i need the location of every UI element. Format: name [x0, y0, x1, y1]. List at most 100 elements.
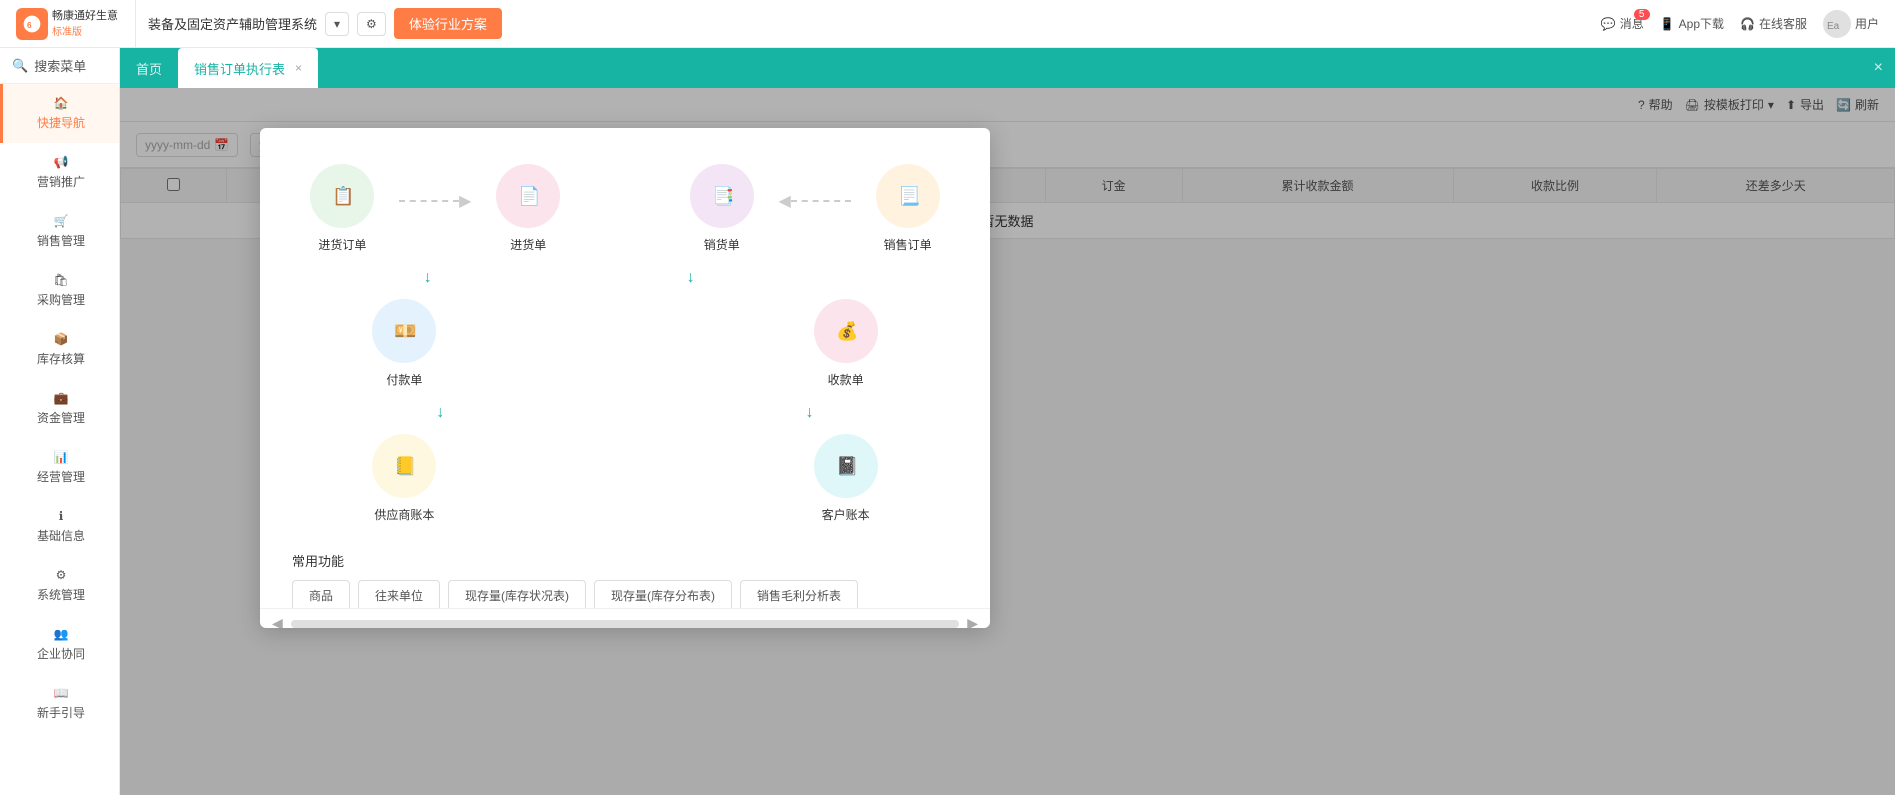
online-service-label: 在线客服 [1759, 15, 1807, 32]
flow-arrows-down-2: ↓ ↓ [292, 404, 958, 422]
flow-label-purchase-bill: 进货单 [510, 236, 546, 253]
tab-sales-order[interactable]: 销售订单执行表 × [178, 48, 318, 88]
tab-home-label: 首页 [136, 59, 162, 78]
dropdown-icon: ▾ [334, 17, 340, 31]
func-btn-goods[interactable]: 商品 [292, 580, 350, 608]
flow-purchase-bill[interactable]: 📄 进货单 [484, 152, 572, 265]
info-icon: ℹ [59, 509, 64, 523]
tab-home[interactable]: 首页 [120, 48, 178, 88]
sidebar-label-operation: 经营管理 [37, 468, 85, 485]
svg-text:6: 6 [27, 20, 32, 30]
flow-sales-order[interactable]: 📃 销售订单 [864, 152, 952, 265]
sidebar-label-guide: 新手引导 [37, 704, 85, 721]
logo-area: 6 畅康通好生意 标准版 [16, 0, 136, 47]
flow-customer-account[interactable]: 📓 客户账本 [802, 422, 890, 535]
flow-payment-bill[interactable]: 💴 付款单 [360, 287, 448, 400]
scroll-bar[interactable] [291, 620, 959, 628]
sidebar-item-sales[interactable]: 🛒 销售管理 [0, 202, 119, 261]
flow-circle-payment: 💴 [372, 299, 436, 363]
megaphone-icon: 📢 [54, 155, 69, 169]
trial-btn[interactable]: 体验行业方案 [394, 8, 502, 39]
user-name: 用户 [1855, 15, 1879, 32]
logo-icon: 6 [16, 8, 48, 40]
arrow-right-1: ▶ [399, 191, 471, 211]
logo-text: 畅康通好生意 [52, 9, 118, 23]
sidebar-label-finance: 资金管理 [37, 409, 85, 426]
headset-icon: 🎧 [1740, 17, 1755, 31]
sidebar-item-basic[interactable]: ℹ 基础信息 [0, 497, 119, 556]
phone-icon: 📱 [1660, 17, 1675, 31]
main-content: ? 帮助 🖨 按模板打印 ▾ ⬆ 导出 🔄 [120, 88, 1895, 795]
user-menu[interactable]: Ea 用户 [1823, 10, 1879, 38]
message-icon: 💬 [1601, 17, 1616, 31]
svg-text:📃: 📃 [898, 185, 920, 206]
wallet-icon: 💼 [54, 391, 69, 405]
team-icon: 👥 [54, 627, 69, 641]
flow-receipt-bill[interactable]: 💰 收款单 [802, 287, 890, 400]
flow-label-sales-bill: 销货单 [704, 236, 740, 253]
dropdown-btn[interactable]: ▾ [325, 12, 349, 36]
svg-text:💰: 💰 [836, 320, 858, 342]
sidebar-label-corp: 企业协同 [37, 645, 85, 662]
func-btn-partners[interactable]: 往来单位 [358, 580, 440, 608]
flow-circle-customer: 📓 [814, 434, 878, 498]
func-btn-stock-dist[interactable]: 现存量(库存分布表) [594, 580, 732, 608]
func-btn-sales-profit[interactable]: 销售毛利分析表 [740, 580, 858, 608]
func-btn-stock-status[interactable]: 现存量(库存状况表) [448, 580, 586, 608]
sidebar-item-operation[interactable]: 📊 经营管理 [0, 438, 119, 497]
flow-circle-sales-bill: 📑 [690, 164, 754, 228]
svg-text:📑: 📑 [712, 185, 734, 206]
sidebar-item-guide[interactable]: 📖 新手引导 [0, 674, 119, 733]
flow-purchase-order[interactable]: 📋 进货订单 [298, 152, 386, 265]
flow-sales-bill[interactable]: 📑 销货单 [678, 152, 766, 265]
sidebar-label-marketing: 营销推广 [37, 173, 85, 190]
sidebar-item-system[interactable]: ⚙ 系统管理 [0, 556, 119, 615]
tab-sales-order-label: 销售订单执行表 [194, 59, 285, 78]
search-label: 搜索菜单 [34, 56, 86, 75]
sidebar-item-quick-nav[interactable]: 🏠 快捷导航 [0, 84, 119, 143]
common-func-title: 常用功能 [292, 551, 958, 570]
scroll-right-btn[interactable]: ▶ [967, 615, 978, 628]
svg-text:📋: 📋 [332, 185, 354, 206]
chart-icon: 📊 [54, 450, 69, 464]
sidebar-item-inventory[interactable]: 📦 库存核算 [0, 320, 119, 379]
message-btn[interactable]: 💬 消息 5 [1601, 15, 1644, 32]
sidebar-label-sales: 销售管理 [37, 232, 85, 249]
arrow-down-purchase: ↓ [396, 269, 460, 287]
tab-close-all-btn[interactable]: × [1874, 59, 1883, 77]
settings-icon: ⚙ [366, 17, 377, 31]
sidebar-item-finance[interactable]: 💼 资金管理 [0, 379, 119, 438]
app-download-label: App下载 [1679, 15, 1724, 32]
search-icon: 🔍 [12, 58, 28, 74]
flow-supplier-account[interactable]: 📒 供应商账本 [360, 422, 448, 535]
svg-text:📓: 📓 [836, 456, 858, 476]
flow-label-payment: 付款单 [386, 371, 422, 388]
flow-circle-sales-order: 📃 [876, 164, 940, 228]
message-badge: 5 [1634, 9, 1650, 20]
flow-circle-purchase-bill: 📄 [496, 164, 560, 228]
modal-box: 📋 进货订单 ▶ [260, 128, 990, 628]
sidebar-search[interactable]: 🔍 搜索菜单 [0, 48, 119, 84]
sidebar: 🔍 搜索菜单 🏠 快捷导航 📢 营销推广 🛒 销售管理 🛍 采购管理 📦 [0, 48, 120, 795]
scroll-left-btn[interactable]: ◀ [272, 615, 283, 628]
arrow-down-payment: ↓ [408, 404, 472, 422]
sidebar-item-corp[interactable]: 👥 企业协同 [0, 615, 119, 674]
flow-label-sales-order: 销售订单 [884, 236, 932, 253]
online-service-btn[interactable]: 🎧 在线客服 [1740, 15, 1807, 32]
func-buttons-row1: 商品 往来单位 现存量(库存状况表) 现存量(库存分布表) 销售毛利分析表 商品… [292, 580, 958, 608]
sidebar-label-system: 系统管理 [37, 586, 85, 603]
svg-text:Ea: Ea [1827, 21, 1840, 32]
system-title: 装备及固定资产辅助管理系统 [148, 14, 317, 33]
tab-close-btn[interactable]: × [295, 61, 302, 75]
modal-overlay[interactable]: 📋 进货订单 ▶ [120, 88, 1895, 795]
sidebar-item-marketing[interactable]: 📢 营销推广 [0, 143, 119, 202]
arrow-down-sales: ↓ [659, 269, 723, 287]
settings-btn[interactable]: ⚙ [357, 12, 386, 36]
flow-label-purchase-order: 进货订单 [318, 236, 366, 253]
flow-circle-purchase-order: 📋 [310, 164, 374, 228]
app-download-btn[interactable]: 📱 App下载 [1660, 15, 1724, 32]
common-func-section: 常用功能 商品 往来单位 现存量(库存状况表) 现存量(库存分布表) 销售毛利分… [292, 551, 958, 608]
sidebar-item-purchase[interactable]: 🛍 采购管理 [0, 261, 119, 320]
svg-text:💴: 💴 [394, 321, 416, 341]
sidebar-label-inventory: 库存核算 [37, 350, 85, 367]
